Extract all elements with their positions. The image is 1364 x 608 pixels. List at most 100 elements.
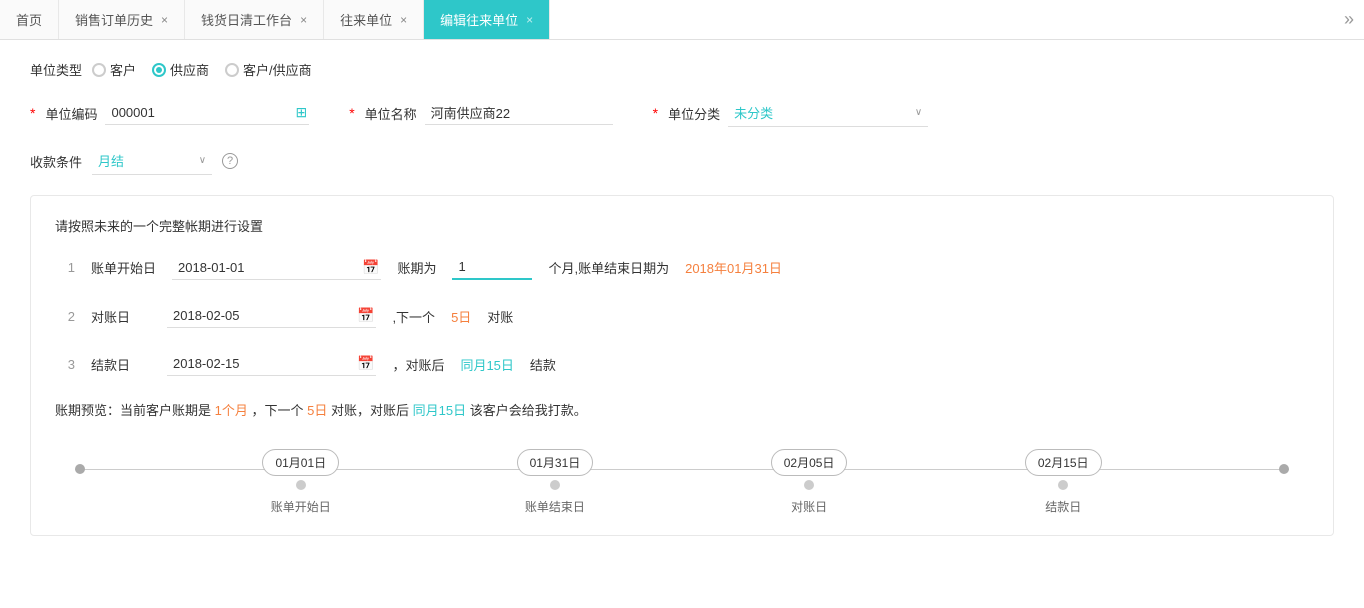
radio-both-label: 客户/供应商: [243, 60, 312, 79]
radio-circle-customer: [92, 63, 106, 77]
unit-category-select[interactable]: 未分类 ∨: [728, 99, 928, 127]
tab-edit-partner-label: 编辑往来单位: [440, 10, 518, 29]
unit-category-field: * 单位分类 未分类 ∨: [653, 99, 928, 127]
tab-partner-label: 往来单位: [340, 10, 392, 29]
step-row-2: 2 对账日 📅 ,下一个 5日 对账: [55, 304, 1309, 328]
timeline-point-1: 01月01日 账单开始日: [262, 449, 339, 515]
unit-code-field: * 单位编码 ⊞: [30, 101, 309, 125]
tab-partner[interactable]: 往来单位 ×: [324, 0, 424, 39]
close-edit-partner-icon[interactable]: ×: [526, 13, 533, 27]
step-num-2: 2: [55, 309, 75, 324]
tab-sales-order[interactable]: 销售订单历史 ×: [59, 0, 185, 39]
reconcile-desc-highlight: 5日: [451, 307, 471, 326]
timeline-dot-2: [550, 480, 560, 490]
payment-date-input-wrapper: 📅: [167, 352, 376, 376]
preview-mid2: 对账，对账后: [331, 403, 409, 418]
timeline-end-circle: [1279, 464, 1289, 474]
timeline-label-1: 账单开始日: [271, 498, 331, 515]
tab-cash-label: 钱货日清工作台: [201, 10, 292, 29]
reconcile-desc-prefix: ,下一个: [392, 307, 435, 326]
close-cash-icon[interactable]: ×: [300, 13, 307, 27]
tab-home-label: 首页: [16, 10, 42, 29]
tab-bar: 首页 销售订单历史 × 钱货日清工作台 × 往来单位 × 编辑往来单位 × »: [0, 0, 1364, 40]
timeline-point-3: 02月05日 对账日: [771, 449, 848, 515]
payment-desc-suffix: 结款: [530, 355, 556, 374]
expand-icon: »: [1344, 9, 1354, 30]
payment-terms-help-icon[interactable]: ?: [222, 153, 238, 169]
start-date-calendar-icon[interactable]: 📅: [360, 257, 381, 278]
start-date-input[interactable]: [172, 256, 360, 279]
timeline-badge-3: 02月05日: [771, 449, 848, 476]
period-value-input[interactable]: [452, 255, 532, 280]
unit-code-input-wrapper: ⊞: [105, 101, 309, 125]
tab-home[interactable]: 首页: [0, 0, 59, 39]
unit-fields-row: * 单位编码 ⊞ * 单位名称 * 单位分类 未分类 ∨: [30, 99, 1334, 127]
tab-sales-label: 销售订单历史: [75, 10, 153, 29]
preview-prefix: 账期预览：当前客户账期是: [55, 403, 211, 418]
timeline-dot-3: [804, 480, 814, 490]
timeline-point-4: 02月15日 结款日: [1025, 449, 1102, 515]
preview-suffix: 该客户会给我打款。: [470, 403, 587, 418]
reconcile-date-calendar-icon[interactable]: 📅: [355, 305, 376, 326]
unit-type-label: 单位类型: [30, 60, 82, 79]
timeline-label-3: 对账日: [791, 498, 827, 515]
radio-circle-both: [225, 63, 239, 77]
unit-category-chevron-icon: ∨: [915, 107, 922, 118]
timeline-start-circle: [75, 464, 85, 474]
close-partner-icon[interactable]: ×: [400, 13, 407, 27]
unit-category-value: 未分类: [734, 103, 909, 122]
unit-code-copy-icon[interactable]: ⊞: [293, 102, 309, 123]
payment-terms-row: 收款条件 月结 ∨ ?: [30, 147, 1334, 175]
unit-code-input[interactable]: [105, 101, 293, 124]
preview-section: 账期预览：当前客户账期是 1个月 ，下一个 5日 对账，对账后 同月15日 该客…: [55, 400, 1309, 515]
timeline-badge-4: 02月15日: [1025, 449, 1102, 476]
payment-desc-highlight: 同月15日: [460, 355, 513, 374]
timeline-start-dot: [75, 449, 85, 474]
timeline-dot-4: [1058, 480, 1068, 490]
unit-category-label: 单位分类: [668, 104, 720, 123]
step-row-1: 1 账单开始日 📅 账期为 个月,账单结束日期为 2018年01月31日: [55, 255, 1309, 280]
payment-desc-prefix: ，对账后: [392, 355, 444, 374]
period-unit-text: 个月,账单结束日期为: [548, 258, 669, 277]
payment-terms-label: 收款条件: [30, 152, 82, 171]
unit-category-required-star: *: [653, 105, 658, 121]
radio-supplier[interactable]: 供应商: [152, 60, 209, 79]
tab-edit-partner[interactable]: 编辑往来单位 ×: [424, 0, 550, 39]
period-section-box: 请按照未来的一个完整帐期进行设置 1 账单开始日 📅 账期为 个月,账单结束日期…: [30, 195, 1334, 536]
payment-date-input[interactable]: [167, 352, 355, 375]
unit-code-label: 单位编码: [45, 104, 97, 123]
radio-customer-label: 客户: [110, 60, 136, 79]
unit-code-required-star: *: [30, 105, 35, 121]
radio-customer[interactable]: 客户: [92, 60, 136, 79]
reconcile-date-input-wrapper: 📅: [167, 304, 376, 328]
tab-expand-button[interactable]: »: [1334, 0, 1364, 39]
unit-name-required-star: *: [349, 105, 354, 121]
timeline-container: 01月01日 账单开始日 01月31日 账单结束日 02月05日: [55, 449, 1309, 515]
preview-highlight3: 同月15日: [413, 403, 466, 418]
unit-name-input[interactable]: [425, 101, 613, 125]
unit-type-radio-group: 客户 供应商 客户/供应商: [92, 60, 312, 79]
payment-terms-chevron-icon: ∨: [199, 155, 206, 166]
timeline-end-dot: [1279, 449, 1289, 474]
start-date-input-wrapper: 📅: [172, 256, 381, 280]
step-row-3: 3 结款日 📅 ，对账后 同月15日 结款: [55, 352, 1309, 376]
timeline-point-2: 01月31日 账单结束日: [517, 449, 594, 515]
step-num-1: 1: [55, 260, 75, 275]
unit-type-row: 单位类型 客户 供应商 客户/供应商: [30, 60, 1334, 79]
preview-highlight1: 1个月: [215, 403, 248, 418]
step-label-1: 账单开始日: [91, 258, 156, 277]
preview-mid1: ，下一个: [252, 403, 304, 418]
payment-terms-value: 月结: [98, 151, 193, 170]
payment-terms-select[interactable]: 月结 ∨: [92, 147, 212, 175]
radio-both[interactable]: 客户/供应商: [225, 60, 312, 79]
payment-date-calendar-icon[interactable]: 📅: [355, 353, 376, 374]
step-label-3: 结款日: [91, 355, 151, 374]
tab-cash-work[interactable]: 钱货日清工作台 ×: [185, 0, 324, 39]
reconcile-date-input[interactable]: [167, 304, 355, 327]
unit-name-field: * 单位名称: [349, 101, 612, 125]
timeline-points: 01月01日 账单开始日 01月31日 账单结束日 02月05日: [75, 449, 1289, 515]
section-instruction: 请按照未来的一个完整帐期进行设置: [55, 216, 1309, 235]
step-label-2: 对账日: [91, 307, 151, 326]
preview-text: 账期预览：当前客户账期是 1个月 ，下一个 5日 对账，对账后 同月15日 该客…: [55, 400, 1309, 419]
close-sales-icon[interactable]: ×: [161, 13, 168, 27]
